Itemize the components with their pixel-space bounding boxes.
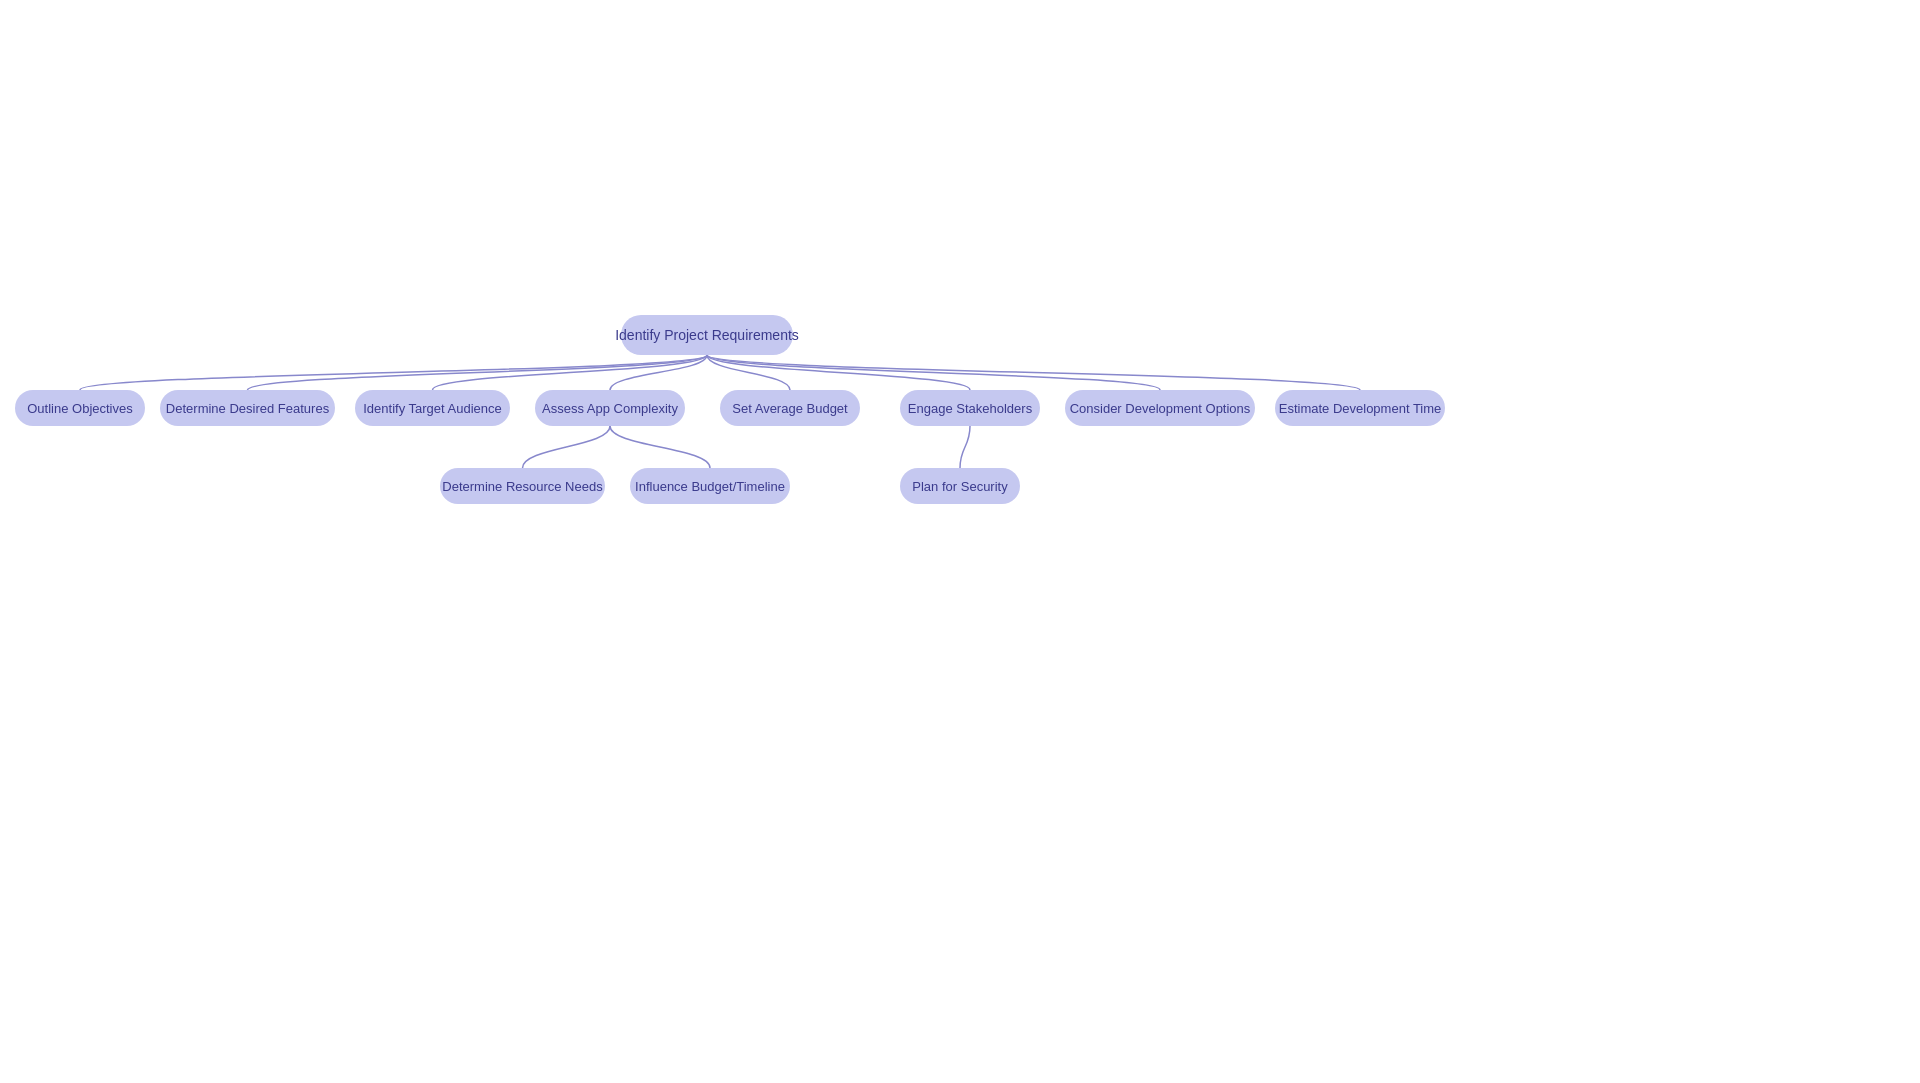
node-root[interactable]: Identify Project Requirements bbox=[621, 315, 793, 355]
node-influence[interactable]: Influence Budget/Timeline bbox=[630, 468, 790, 504]
connections-svg bbox=[0, 0, 1920, 1083]
node-estimate[interactable]: Estimate Development Time bbox=[1275, 390, 1445, 426]
node-target[interactable]: Identify Target Audience bbox=[355, 390, 510, 426]
diagram-container: Identify Project Requirements Outline Ob… bbox=[0, 0, 1920, 1083]
node-consider[interactable]: Consider Development Options bbox=[1065, 390, 1255, 426]
node-engage[interactable]: Engage Stakeholders bbox=[900, 390, 1040, 426]
node-budget[interactable]: Set Average Budget bbox=[720, 390, 860, 426]
node-resource[interactable]: Determine Resource Needs bbox=[440, 468, 605, 504]
node-security[interactable]: Plan for Security bbox=[900, 468, 1020, 504]
node-outline[interactable]: Outline Objectives bbox=[15, 390, 145, 426]
node-assess[interactable]: Assess App Complexity bbox=[535, 390, 685, 426]
node-desired[interactable]: Determine Desired Features bbox=[160, 390, 335, 426]
